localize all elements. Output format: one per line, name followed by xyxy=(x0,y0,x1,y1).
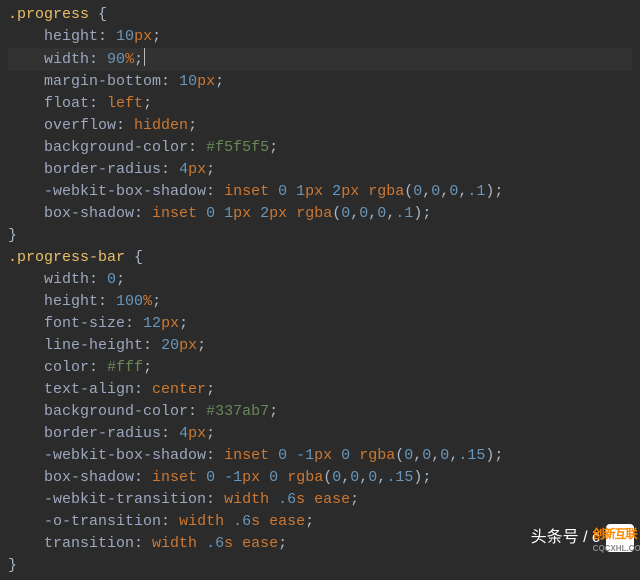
watermark: 头条号 / c 创新互联 CQCXHL.COM xyxy=(531,524,634,552)
css-code-block: .progress { height: 10px; width: 90%; ma… xyxy=(0,0,640,580)
watermark-logo: 创新互联 CQCXHL.COM xyxy=(606,524,634,552)
watermark-text: 头条号 / c xyxy=(531,527,600,549)
